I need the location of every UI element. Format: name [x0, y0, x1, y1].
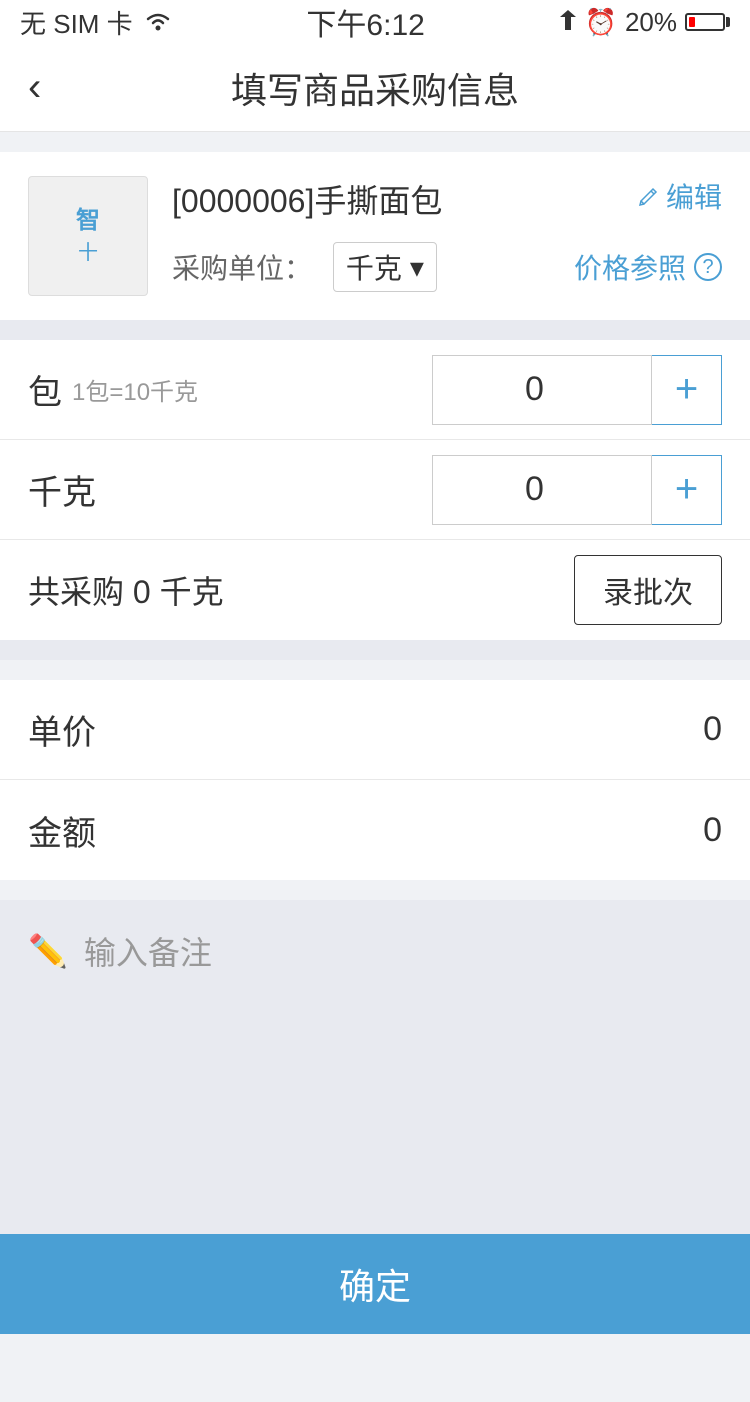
unit-price-label: 单价 — [28, 705, 96, 754]
unit-price-row: 单价 0 — [0, 680, 750, 780]
remark-placeholder: 输入备注 — [84, 928, 212, 974]
price-ref-help-icon: ? — [694, 253, 722, 281]
divider-2 — [0, 640, 750, 660]
logo-main: 智 — [76, 207, 100, 236]
pack-input-row: 包 1包=10千克 + — [0, 340, 750, 440]
kg-quantity-input[interactable] — [432, 455, 652, 525]
product-image: 智 十 — [28, 176, 148, 296]
amount-value: 0 — [703, 811, 722, 850]
kg-plus-button[interactable]: + — [652, 455, 722, 525]
alarm-icon: ⏰ — [585, 7, 617, 38]
pack-sublabel: 1包=10千克 — [72, 372, 198, 407]
page-title: 填写商品采购信息 — [231, 62, 519, 114]
remark-section[interactable]: ✏️ 输入备注 — [0, 900, 750, 1002]
product-name: [0000006]手撕面包 — [172, 176, 442, 222]
sim-status: 无 SIM 卡 — [20, 4, 133, 41]
divider-1 — [0, 320, 750, 340]
pack-plus-button[interactable]: + — [652, 355, 722, 425]
unit-price-value: 0 — [703, 710, 722, 749]
status-right: ⏰ 20% — [559, 7, 730, 38]
back-button[interactable]: ‹ — [28, 65, 41, 110]
price-ref-button[interactable]: 价格参照 ? — [574, 247, 722, 287]
location-icon — [559, 7, 577, 38]
status-time: 下午6:12 — [306, 0, 424, 44]
product-info: [0000006]手撕面包 编辑 采购单位： 千克 ▾ — [172, 176, 722, 292]
kg-input-row: 千克 + — [0, 440, 750, 540]
summary-text: 共采购 0 千克 — [28, 567, 224, 613]
pencil-icon: ✏️ — [28, 932, 68, 970]
status-bar: 无 SIM 卡 下午6:12 ⏰ 20% — [0, 0, 750, 44]
pack-label: 包 — [28, 365, 62, 414]
edit-button[interactable]: 编辑 — [638, 176, 722, 216]
dropdown-arrow-icon: ▾ — [410, 251, 424, 284]
product-card: 智 十 [0000006]手撕面包 编辑 采购单位： — [0, 152, 750, 320]
amount-label: 金额 — [28, 806, 96, 855]
pack-quantity-input[interactable] — [432, 355, 652, 425]
battery-percent: 20% — [625, 7, 677, 38]
record-batch-button[interactable]: 录批次 — [574, 555, 722, 625]
status-left: 无 SIM 卡 — [20, 4, 173, 41]
kg-label: 千克 — [28, 465, 96, 514]
amount-row: 金额 0 — [0, 780, 750, 880]
confirm-button[interactable]: 确定 — [0, 1234, 750, 1334]
unit-label: 采购单位： — [172, 253, 312, 284]
summary-section: 共采购 0 千克 录批次 — [0, 540, 750, 640]
nav-bar: ‹ 填写商品采购信息 — [0, 44, 750, 132]
unit-select[interactable]: 千克 ▾ — [333, 242, 437, 292]
input-section: 包 1包=10千克 + 千克 + — [0, 340, 750, 540]
logo-sub: 十 — [78, 236, 98, 265]
price-section: 单价 0 金额 0 — [0, 680, 750, 880]
wifi-icon — [143, 7, 173, 38]
battery-icon — [685, 13, 730, 31]
